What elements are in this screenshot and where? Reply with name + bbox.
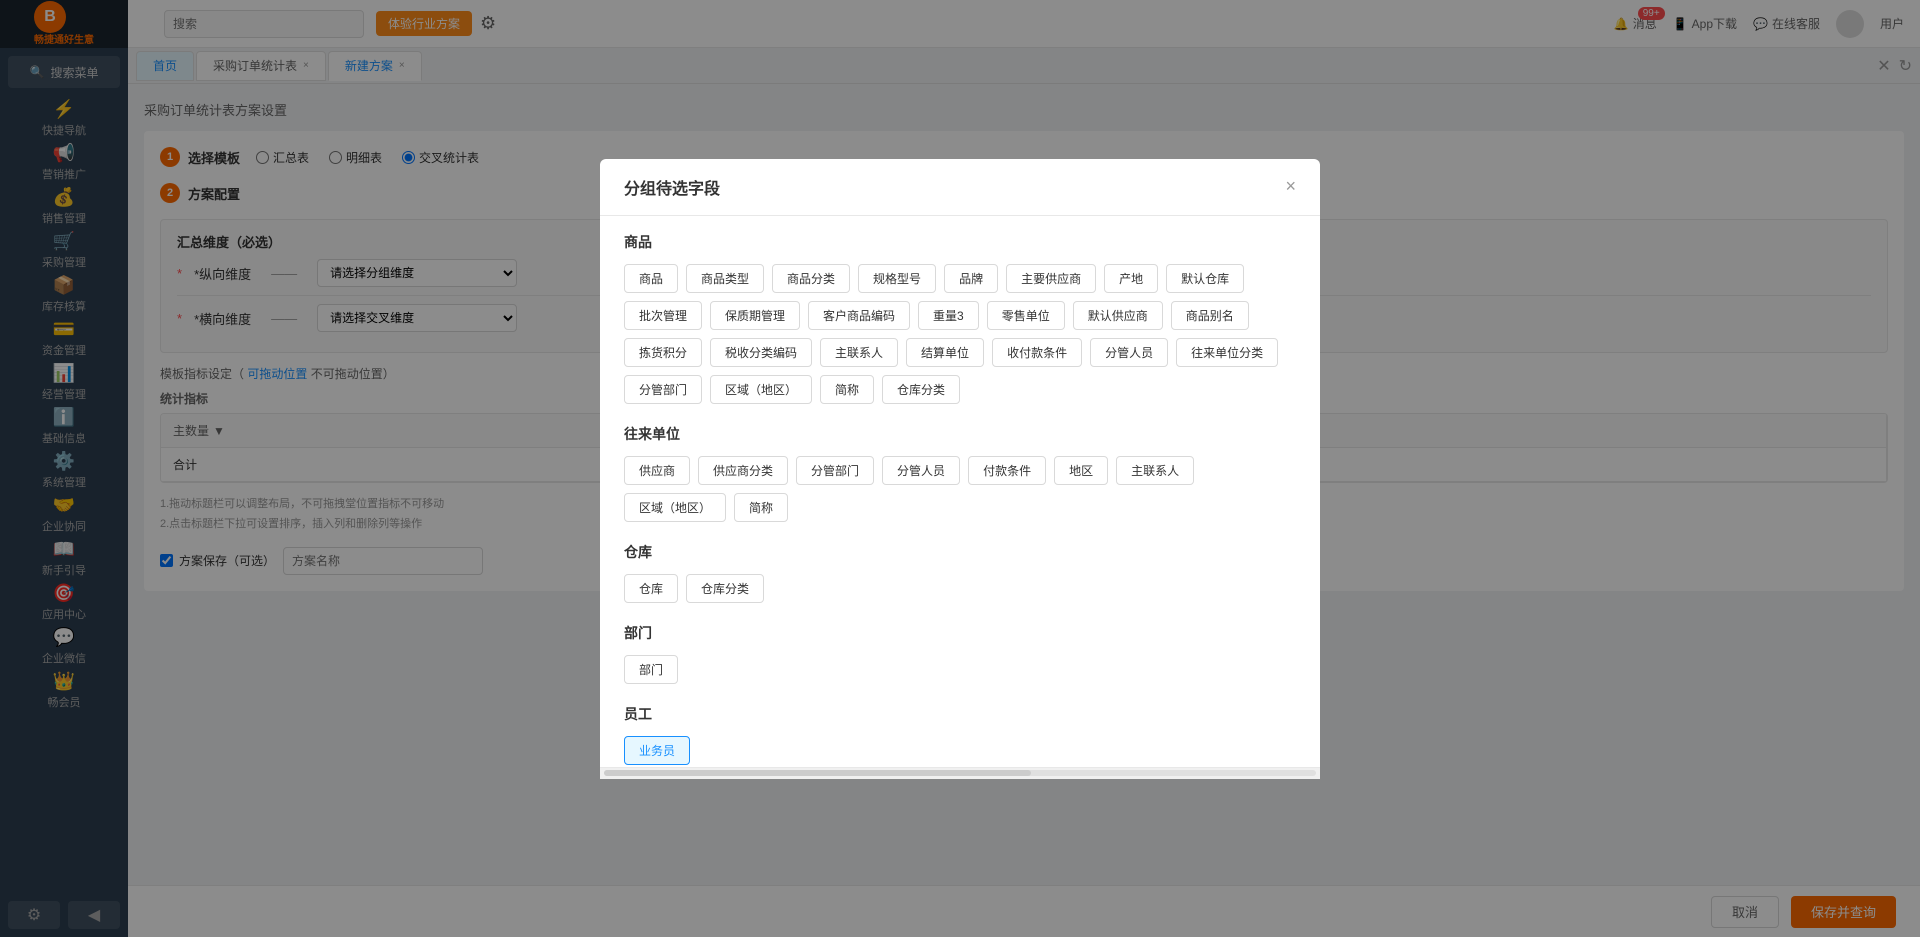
- field-tag[interactable]: 部门: [624, 655, 678, 684]
- field-tag[interactable]: 往来单位分类: [1176, 338, 1278, 367]
- field-tag[interactable]: 仓库分类: [882, 375, 960, 404]
- field-tag[interactable]: 分管部门: [796, 456, 874, 485]
- field-tag[interactable]: 分管人员: [882, 456, 960, 485]
- field-tag[interactable]: 规格型号: [858, 264, 936, 293]
- field-group-department-tags: 部门: [624, 655, 1296, 684]
- field-group-employee: 员工 业务员: [624, 704, 1296, 765]
- field-tag[interactable]: 产地: [1104, 264, 1158, 293]
- modal-close-button[interactable]: ×: [1285, 176, 1296, 197]
- field-tag[interactable]: 简称: [734, 493, 788, 522]
- modal-overlay[interactable]: 分组待选字段 × 商品 商品 商品类型 商品分类 规格型号 品牌 主要供应商 产…: [0, 0, 1920, 937]
- field-group-partner-tags: 供应商 供应商分类 分管部门 分管人员 付款条件 地区 主联系人 区域（地区） …: [624, 456, 1296, 522]
- field-group-department: 部门 部门: [624, 623, 1296, 684]
- field-group-product-tags: 商品 商品类型 商品分类 规格型号 品牌 主要供应商 产地 默认仓库 批次管理 …: [624, 264, 1296, 404]
- field-group-partner-title: 往来单位: [624, 424, 1296, 444]
- field-group-product-title: 商品: [624, 232, 1296, 252]
- field-tag[interactable]: 主联系人: [820, 338, 898, 367]
- field-tag[interactable]: 客户商品编码: [808, 301, 910, 330]
- field-tag[interactable]: 默认供应商: [1073, 301, 1163, 330]
- field-tag[interactable]: 地区: [1054, 456, 1108, 485]
- field-tag[interactable]: 重量3: [918, 301, 979, 330]
- field-group-product: 商品 商品 商品类型 商品分类 规格型号 品牌 主要供应商 产地 默认仓库 批次…: [624, 232, 1296, 404]
- field-tag[interactable]: 区域（地区）: [624, 493, 726, 522]
- modal-dialog: 分组待选字段 × 商品 商品 商品类型 商品分类 规格型号 品牌 主要供应商 产…: [600, 159, 1320, 779]
- field-tag[interactable]: 零售单位: [987, 301, 1065, 330]
- field-tag[interactable]: 批次管理: [624, 301, 702, 330]
- field-tag-salesperson[interactable]: 业务员: [624, 736, 690, 765]
- field-group-partner: 往来单位 供应商 供应商分类 分管部门 分管人员 付款条件 地区 主联系人 区域…: [624, 424, 1296, 522]
- h-scroll-thumb[interactable]: [604, 770, 1031, 776]
- field-group-employee-title: 员工: [624, 704, 1296, 724]
- field-tag[interactable]: 商品类型: [686, 264, 764, 293]
- field-tag[interactable]: 仓库: [624, 574, 678, 603]
- field-tag[interactable]: 供应商: [624, 456, 690, 485]
- field-tag[interactable]: 税收分类编码: [710, 338, 812, 367]
- field-tag[interactable]: 仓库分类: [686, 574, 764, 603]
- field-tag[interactable]: 默认仓库: [1166, 264, 1244, 293]
- modal-header: 分组待选字段 ×: [600, 159, 1320, 216]
- field-tag[interactable]: 简称: [820, 375, 874, 404]
- modal-horizontal-scrollbar[interactable]: [600, 767, 1320, 779]
- field-tag[interactable]: 商品分类: [772, 264, 850, 293]
- modal-body: 商品 商品 商品类型 商品分类 规格型号 品牌 主要供应商 产地 默认仓库 批次…: [600, 216, 1320, 767]
- field-tag[interactable]: 主要供应商: [1006, 264, 1096, 293]
- field-tag[interactable]: 分管部门: [624, 375, 702, 404]
- field-tag[interactable]: 分管人员: [1090, 338, 1168, 367]
- field-group-warehouse: 仓库 仓库 仓库分类: [624, 542, 1296, 603]
- field-tag[interactable]: 商品: [624, 264, 678, 293]
- field-tag[interactable]: 品牌: [944, 264, 998, 293]
- field-group-warehouse-title: 仓库: [624, 542, 1296, 562]
- field-tag[interactable]: 主联系人: [1116, 456, 1194, 485]
- field-tag[interactable]: 商品别名: [1171, 301, 1249, 330]
- field-tag[interactable]: 拣货积分: [624, 338, 702, 367]
- field-group-warehouse-tags: 仓库 仓库分类: [624, 574, 1296, 603]
- field-tag[interactable]: 付款条件: [968, 456, 1046, 485]
- field-tag[interactable]: 区域（地区）: [710, 375, 812, 404]
- field-tag[interactable]: 供应商分类: [698, 456, 788, 485]
- field-group-employee-tags: 业务员: [624, 736, 1296, 765]
- field-group-department-title: 部门: [624, 623, 1296, 643]
- field-tag[interactable]: 结算单位: [906, 338, 984, 367]
- modal-title: 分组待选字段: [624, 175, 720, 199]
- field-tag[interactable]: 收付款条件: [992, 338, 1082, 367]
- field-tag[interactable]: 保质期管理: [710, 301, 800, 330]
